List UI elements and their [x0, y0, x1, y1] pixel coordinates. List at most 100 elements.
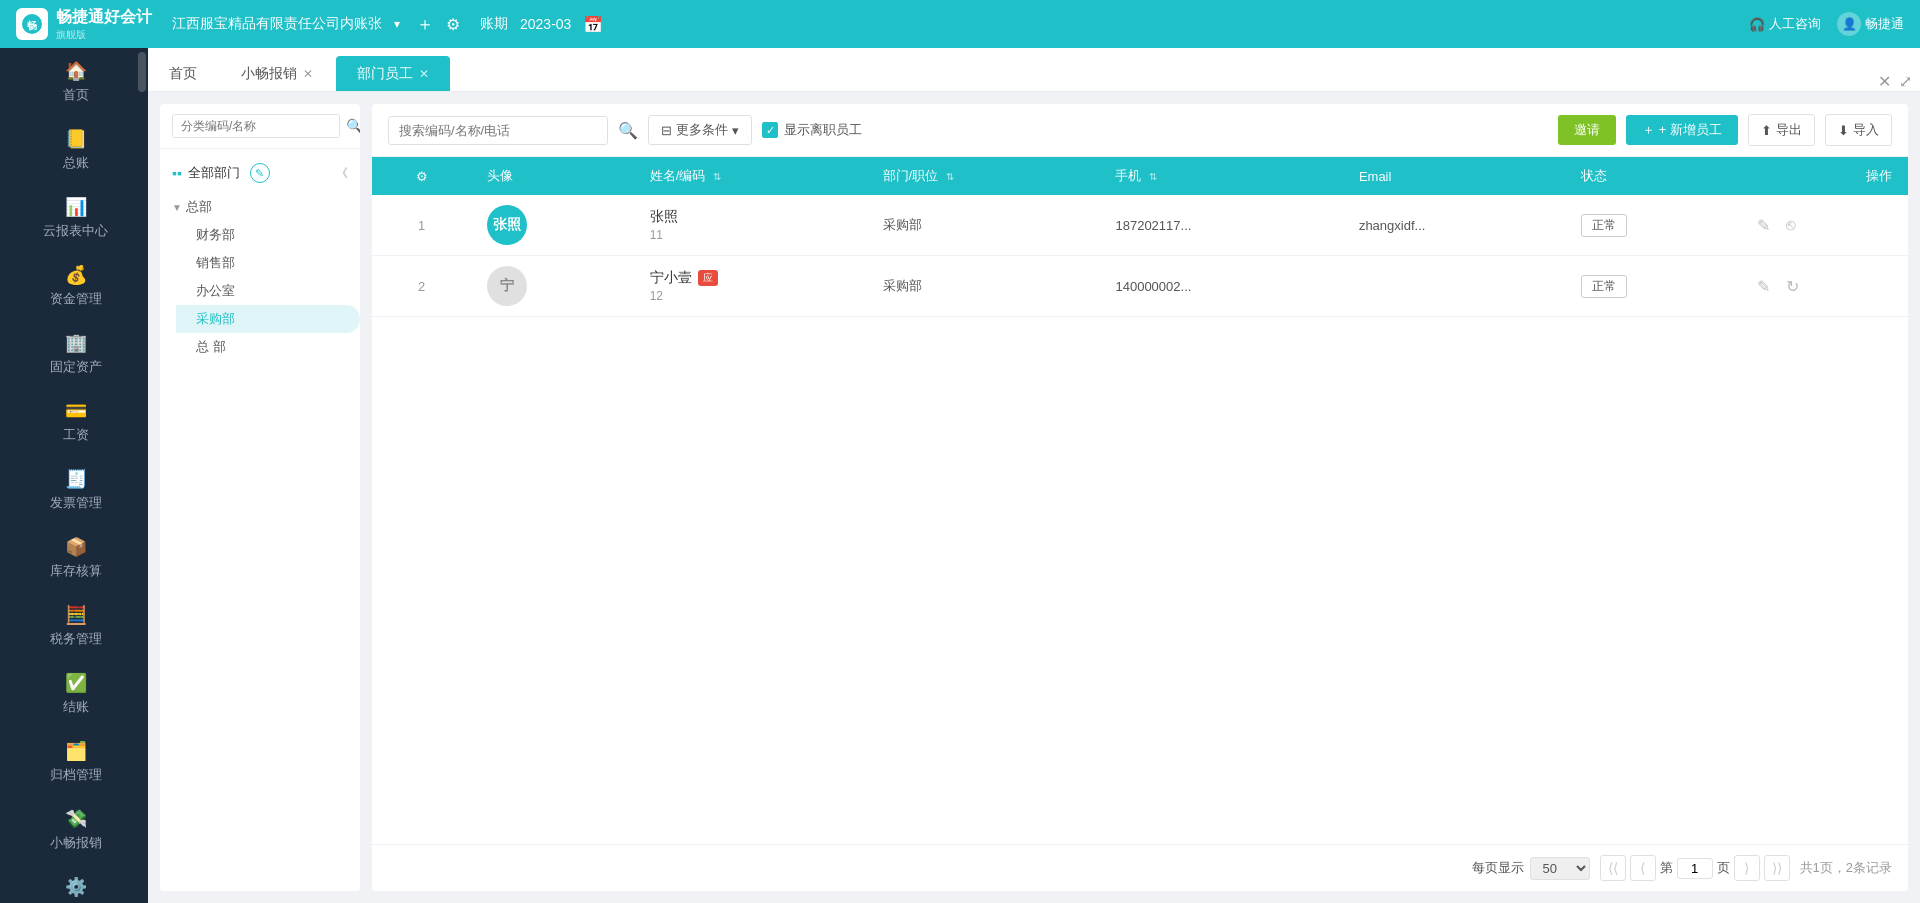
close-window-button[interactable]: ✕	[1878, 72, 1891, 91]
more-filter-button[interactable]: ⊟ 更多条件 ▾	[648, 115, 752, 145]
edit-button-2[interactable]: ✎	[1757, 277, 1770, 296]
action-cell-1: ✎ ⎋	[1741, 195, 1908, 256]
grid-icon: ▪▪	[172, 165, 182, 181]
col-phone[interactable]: 手机 ⇅	[1099, 157, 1342, 195]
col-name[interactable]: 姓名/编码 ⇅	[634, 157, 867, 195]
email-cell-1: zhangxidf...	[1343, 195, 1565, 256]
show-resigned-checkbox[interactable]: ✓	[762, 122, 778, 138]
tax-icon: 🧮	[65, 604, 87, 626]
sidebar-item-invoices[interactable]: 🧾 发票管理	[0, 456, 148, 524]
sidebar-item-expense[interactable]: 💸 小畅报销	[0, 796, 148, 864]
salary-icon: 💳	[65, 400, 87, 422]
gear-icon: ⚙	[416, 169, 428, 184]
col-settings[interactable]: ⚙	[372, 157, 471, 195]
dept-children: 财务部 销售部 办公室 采购部	[160, 221, 360, 361]
dept-collapse-icon[interactable]: 《	[336, 165, 348, 182]
expand-arrow-icon: ▼	[172, 202, 182, 213]
next-page-button[interactable]: ⟩	[1734, 855, 1760, 881]
status-cell-1: 正常	[1565, 195, 1741, 256]
company-name: 江西服宝精品有限责任公司内账张	[172, 15, 382, 33]
right-toolbar: 🔍 ⊟ 更多条件 ▾ ✓ 显示离职员工 邀请 ＋ + 新增员工	[372, 104, 1908, 157]
dept-edit-icon[interactable]: ✎	[250, 163, 270, 183]
right-panel: 🔍 ⊟ 更多条件 ▾ ✓ 显示离职员工 邀请 ＋ + 新增员工	[372, 104, 1908, 891]
logo-icon: 畅	[16, 8, 48, 40]
table-row: 1 张照 张照 11	[372, 195, 1908, 256]
export-icon: ⬆	[1761, 123, 1772, 138]
tab-home[interactable]: 首页	[148, 56, 218, 91]
per-page-select[interactable]: 50 20 100	[1530, 857, 1590, 880]
col-email: Email	[1343, 157, 1565, 195]
table-row: 2 宁 宁小壹 应	[372, 256, 1908, 317]
dept-item-sales[interactable]: 销售部	[176, 249, 360, 277]
tab-expense[interactable]: 小畅报销 ✕	[220, 56, 334, 91]
close-tab-employee[interactable]: ✕	[419, 67, 429, 81]
sidebar-item-fixed-assets[interactable]: 🏢 固定资产	[0, 320, 148, 388]
dept-group-header-main[interactable]: ▼ 总部	[160, 193, 360, 221]
sidebar-item-general-ledger[interactable]: 📒 总账	[0, 116, 148, 184]
logo[interactable]: 畅 畅捷通好会计 旗舰版	[16, 7, 152, 42]
avatar-2: 宁	[487, 266, 527, 306]
action-cell-2: ✎ ↻	[1741, 256, 1908, 317]
close-tab-expense[interactable]: ✕	[303, 67, 313, 81]
dept-item-finance[interactable]: 财务部	[176, 221, 360, 249]
sidebar-item-settlement[interactable]: ✅ 结账	[0, 660, 148, 728]
avatar-1: 张照	[487, 205, 527, 245]
add-icon: ＋	[1642, 121, 1655, 139]
sidebar-item-inventory[interactable]: 📦 库存核算	[0, 524, 148, 592]
add-company-button[interactable]: ＋	[416, 12, 434, 36]
settings-icon[interactable]: ⚙	[446, 15, 460, 34]
page-input[interactable]	[1677, 858, 1713, 879]
reports-icon: 📊	[65, 196, 87, 218]
phone-cell-2: 140000002...	[1099, 256, 1342, 317]
total-records: 共1页，2条记录	[1800, 859, 1892, 877]
company-dropdown[interactable]: ▾	[394, 17, 400, 31]
email-cell-2	[1343, 256, 1565, 317]
sidebar-item-settings[interactable]: ⚙️ 基础设置	[0, 864, 148, 903]
dept-item-office[interactable]: 办公室	[176, 277, 360, 305]
dept-all-button[interactable]: ▪▪ 全部部门 ✎ 《	[160, 157, 360, 189]
calendar-icon[interactable]: 📅	[583, 15, 603, 34]
employee-search-button[interactable]: 🔍	[618, 121, 638, 140]
dept-search-icon[interactable]: 🔍	[346, 118, 360, 134]
user-avatar: 👤	[1837, 12, 1861, 36]
col-status: 状态	[1565, 157, 1741, 195]
show-resigned-container: ✓ 显示离职员工	[762, 121, 862, 139]
sidebar-item-salary[interactable]: 💳 工资	[0, 388, 148, 456]
dept-item-purchasing[interactable]: 采购部	[176, 305, 360, 333]
last-page-button[interactable]: ⟩⟩	[1764, 855, 1790, 881]
first-page-button[interactable]: ⟨⟨	[1600, 855, 1626, 881]
tab-employee[interactable]: 部门员工 ✕	[336, 56, 450, 91]
dept-search-input[interactable]	[172, 114, 340, 138]
prev-page-button[interactable]: ⟨	[1630, 855, 1656, 881]
invite-button[interactable]: 邀请	[1558, 115, 1616, 145]
service-button[interactable]: 🎧 人工咨询	[1749, 15, 1821, 33]
col-dept[interactable]: 部门/职位 ⇅	[867, 157, 1100, 195]
add-employee-button[interactable]: ＋ + 新增员工	[1626, 115, 1738, 145]
sidebar-item-funds[interactable]: 💰 资金管理	[0, 252, 148, 320]
period-label: 账期	[480, 15, 508, 33]
sidebar-item-reports[interactable]: 📊 云报表中心	[0, 184, 148, 252]
tab-right-controls: ✕ ⤢	[1878, 72, 1920, 91]
left-panel: 🔍 ▪▪ 全部部门 ✎ 《 ▼ 总部	[160, 104, 360, 891]
sort-phone-icon: ⇅	[1149, 171, 1157, 182]
employee-search-input[interactable]	[388, 116, 608, 145]
phone-cell-1: 187202117...	[1099, 195, 1342, 256]
chevron-down-icon: ▾	[732, 123, 739, 138]
col-avatar: 头像	[471, 157, 633, 195]
invoice-icon: 🧾	[65, 468, 87, 490]
import-button[interactable]: ⬇ 导入	[1825, 114, 1892, 146]
sidebar-item-tax[interactable]: 🧮 税务管理	[0, 592, 148, 660]
col-action: 操作	[1741, 157, 1908, 195]
dept-item-hq[interactable]: 总 部	[176, 333, 360, 361]
user-menu[interactable]: 👤 畅捷通	[1837, 12, 1904, 36]
logout-button-1[interactable]: ⎋	[1786, 216, 1796, 234]
sidebar-item-archive[interactable]: 🗂️ 归档管理	[0, 728, 148, 796]
import-icon: ⬇	[1838, 123, 1849, 138]
edit-button-1[interactable]: ✎	[1757, 216, 1770, 235]
export-button[interactable]: ⬆ 导出	[1748, 114, 1815, 146]
status-badge-2: 正常	[1581, 275, 1627, 298]
sidebar-item-home[interactable]: 🏠 首页	[0, 48, 148, 116]
funds-icon: 💰	[65, 264, 87, 286]
expand-window-button[interactable]: ⤢	[1899, 72, 1912, 91]
refresh-button-2[interactable]: ↻	[1786, 277, 1799, 296]
